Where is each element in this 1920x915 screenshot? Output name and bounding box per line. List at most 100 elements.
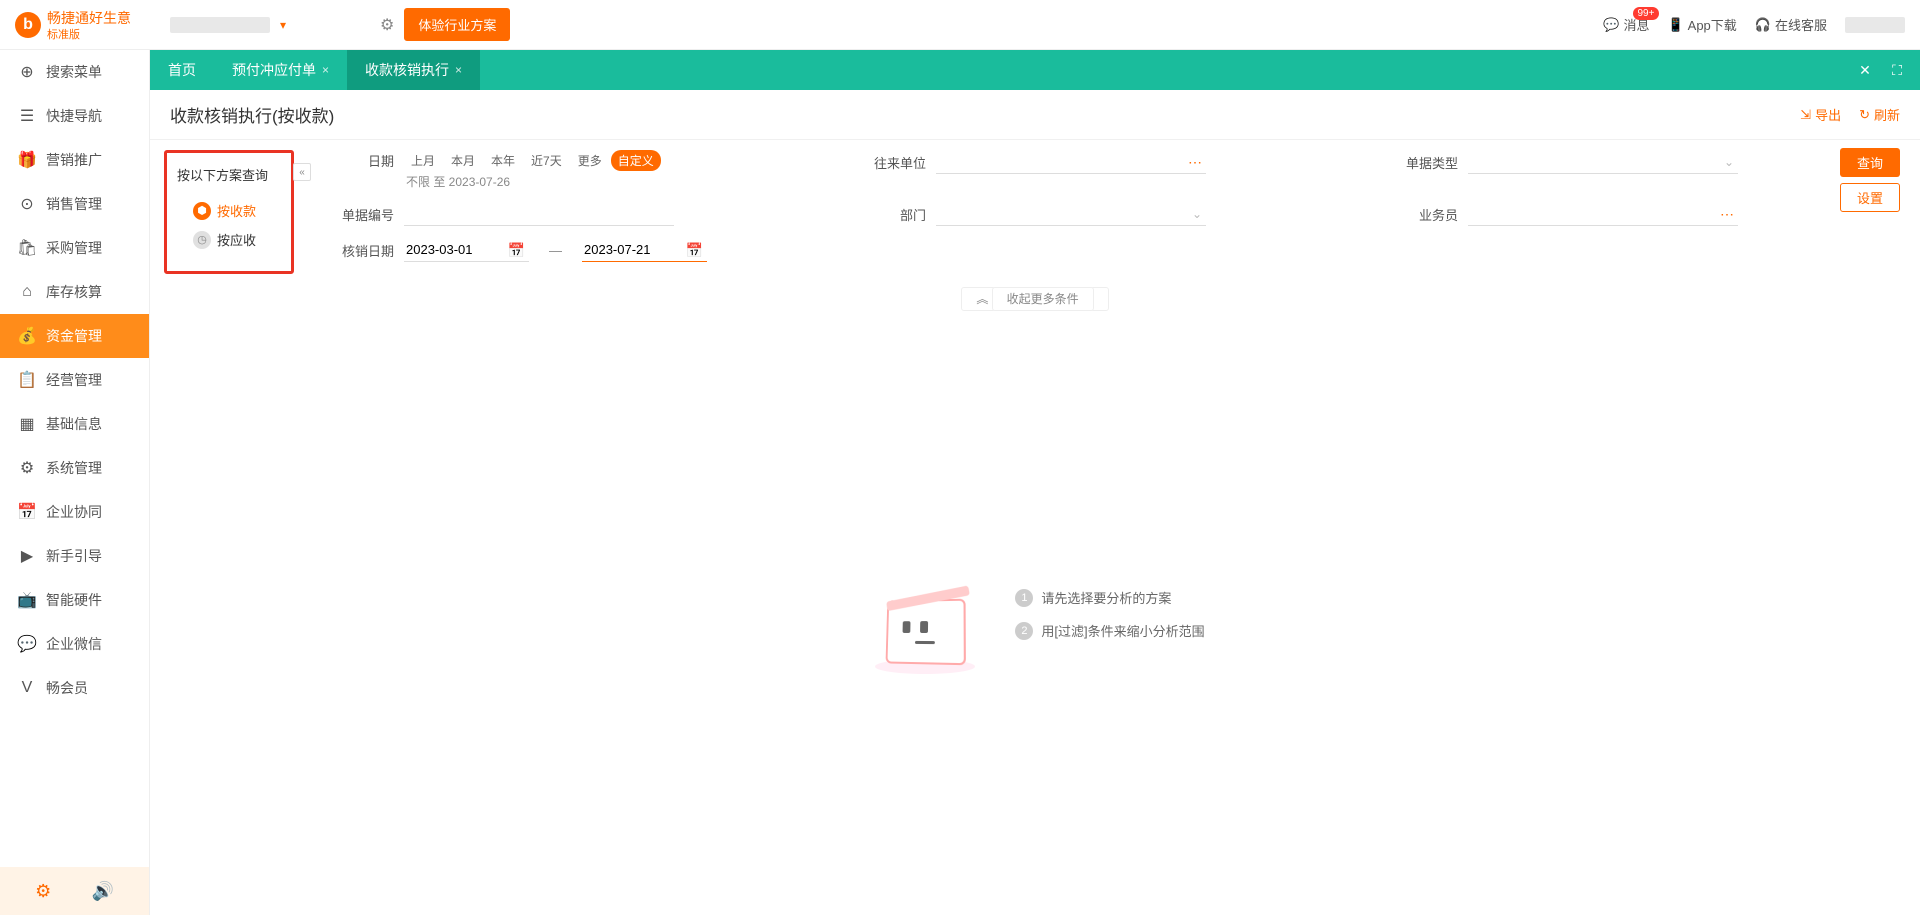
sidebar-label: 企业微信 [46, 634, 102, 654]
refresh-button[interactable]: ↻ 刷新 [1859, 105, 1900, 124]
company-label: 往来单位 [866, 153, 926, 172]
sidebar-item-3[interactable]: ⊙销售管理 [0, 182, 149, 226]
logo-area: b 畅捷通好生意 标准版 [15, 8, 150, 42]
calendar-icon[interactable]: 📅 [508, 242, 525, 259]
chevron-down-icon[interactable]: ⌄ [1724, 155, 1734, 169]
more-icon[interactable]: ⋯ [1720, 206, 1734, 223]
sidebar-item-2[interactable]: 🎁 营销推广 [0, 138, 149, 182]
sidebar-icon: 💰 [18, 327, 36, 345]
messages-badge: 99+ [1633, 7, 1660, 20]
date-opt-2[interactable]: 本年 [484, 150, 522, 171]
export-icon: ⇲ [1800, 107, 1811, 123]
collapse-more-button[interactable]: ︽ 收起更多条件 [150, 284, 1920, 313]
date-opt-1[interactable]: 本月 [444, 150, 482, 171]
sidebar-icon: ⊕ [18, 63, 36, 81]
date-options: 上月本月本年近7天更多自定义 [404, 150, 661, 171]
gear-icon[interactable]: ⚙ [380, 15, 394, 35]
sidebar-icon: 🎁 [18, 151, 36, 169]
top-header: b 畅捷通好生意 标准版 ▾ ⚙ 体验行业方案 💬 消息 99+ 📱 App下载… [0, 0, 1920, 50]
tab-close-icon[interactable]: × [322, 63, 329, 77]
fullscreen-button[interactable]: ⛶ [1882, 55, 1912, 85]
docno-label: 单据编号 [334, 205, 394, 224]
scheme-title: 按以下方案查询 [177, 165, 281, 184]
clock-icon: ◷ [193, 231, 211, 249]
sidebar-item-1[interactable]: ☰快捷导航 [0, 94, 149, 138]
sound-icon[interactable]: 🔊 [91, 881, 113, 902]
tab-label: 预付冲应付单 [232, 60, 316, 80]
step-number-1: 1 [1015, 589, 1033, 607]
sidebar-item-6[interactable]: 💰资金管理 [0, 314, 149, 358]
chevron-down-icon[interactable]: ⌄ [1192, 207, 1202, 221]
sidebar-item-13[interactable]: 💬企业微信 [0, 622, 149, 666]
step-number-2: 2 [1015, 622, 1033, 640]
docno-input[interactable] [404, 202, 674, 226]
tab-close-all-button[interactable]: ✕ [1850, 55, 1880, 85]
empty-step-2: 2 用[过滤]条件来缩小分析范围 [1015, 621, 1204, 640]
sidebar: ⊕ 搜索菜单 ☰快捷导航 🎁 营销推广 ⊙销售管理🛍采购管理 ⌂ 库存核算 💰资金管理 📋 经营管理… [0, 50, 150, 915]
logo-subtitle: 标准版 [47, 26, 131, 42]
user-name-blurred[interactable] [1845, 17, 1905, 33]
sidebar-label: 搜索菜单 [46, 62, 102, 82]
salesman-input[interactable] [1468, 202, 1738, 226]
sidebar-item-0[interactable]: ⊕ 搜索菜单 [0, 50, 149, 94]
writeoff-date-label: 核销日期 [334, 241, 394, 260]
scheme-option-by-receivable[interactable]: ◷ 按应收 [177, 225, 281, 254]
trial-button[interactable]: 体验行业方案 [404, 8, 510, 41]
settings-button[interactable]: 设置 [1840, 183, 1900, 212]
date-opt-custom[interactable]: 自定义 [611, 150, 661, 171]
sidebar-item-8[interactable]: ▦基础信息 [0, 402, 149, 446]
cube-icon: ⬢ [193, 202, 211, 220]
sidebar-item-11[interactable]: ▶新手引导 [0, 534, 149, 578]
sidebar-item-12[interactable]: 📺智能硬件 [0, 578, 149, 622]
refresh-icon: ↻ [1859, 107, 1870, 123]
sidebar-item-10[interactable]: 📅企业协同 [0, 490, 149, 534]
sidebar-icon: 📋 [18, 371, 36, 389]
message-icon: 💬 [1603, 17, 1619, 33]
date-hint: 不限 至 2023-07-26 [406, 173, 836, 190]
messages-link[interactable]: 💬 消息 99+ [1603, 15, 1649, 34]
sidebar-label: 库存核算 [46, 282, 102, 302]
tab-2[interactable]: 收款核销执行× [347, 50, 480, 90]
sidebar-label: 营销推广 [46, 150, 102, 170]
date-separator: — [549, 243, 562, 258]
tab-label: 首页 [168, 60, 196, 80]
sidebar-item-4[interactable]: 🛍采购管理 [0, 226, 149, 270]
date-opt-4[interactable]: 更多 [571, 150, 609, 171]
sidebar-item-14[interactable]: V畅会员 [0, 666, 149, 710]
sidebar-item-9[interactable]: ⚙ 系统管理 [0, 446, 149, 490]
filter-container: 按以下方案查询 ⬢ 按收款 ◷ 按应收 « 查询 设置 [150, 140, 1920, 284]
company-input[interactable] [936, 150, 1206, 174]
org-selector[interactable]: ▾ [170, 17, 370, 33]
sidebar-label: 经营管理 [46, 370, 102, 390]
empty-steps: 1 请先选择要分析的方案 2 用[过滤]条件来缩小分析范围 [1015, 588, 1204, 640]
scheme-option-by-receipt[interactable]: ⬢ 按收款 [177, 196, 281, 225]
sidebar-icon: 🛍 [18, 239, 36, 257]
tab-close-icon[interactable]: × [455, 63, 462, 77]
dept-select[interactable] [936, 202, 1206, 226]
dept-label: 部门 [866, 205, 926, 224]
tab-1[interactable]: 预付冲应付单 × [214, 50, 347, 90]
sidebar-label: 新手引导 [46, 546, 102, 566]
sidebar-label: 系统管理 [46, 458, 102, 478]
date-opt-3[interactable]: 近7天 [524, 150, 569, 171]
sidebar-icon: ⚙ [18, 459, 36, 477]
settings-icon[interactable]: ⚙ [35, 881, 51, 902]
sidebar-item-5[interactable]: ⌂ 库存核算 [0, 270, 149, 314]
online-service-link[interactable]: 🎧 在线客服 [1755, 15, 1827, 34]
tab-0[interactable]: 首页 [150, 50, 214, 90]
more-icon[interactable]: ⋯ [1188, 154, 1202, 171]
empty-state: 1 请先选择要分析的方案 2 用[过滤]条件来缩小分析范围 [150, 313, 1920, 915]
sidebar-icon: ⌂ [18, 283, 36, 301]
date-opt-0[interactable]: 上月 [404, 150, 442, 171]
tabs-bar: 首页预付冲应付单×收款核销执行× ✕ ⛶ [150, 50, 1920, 90]
calendar-icon[interactable]: 📅 [686, 242, 703, 259]
doctype-select[interactable] [1468, 150, 1738, 174]
app-download-link[interactable]: 📱 App下载 [1667, 15, 1736, 34]
sidebar-icon: ⊙ [18, 195, 36, 213]
query-button[interactable]: 查询 [1840, 148, 1900, 177]
sidebar-item-7[interactable]: 📋 经营管理 [0, 358, 149, 402]
export-button[interactable]: ⇲ 导出 [1800, 105, 1841, 124]
sidebar-icon: 📅 [18, 503, 36, 521]
sidebar-icon: ☰ [18, 107, 36, 125]
salesman-label: 业务员 [1398, 205, 1458, 224]
